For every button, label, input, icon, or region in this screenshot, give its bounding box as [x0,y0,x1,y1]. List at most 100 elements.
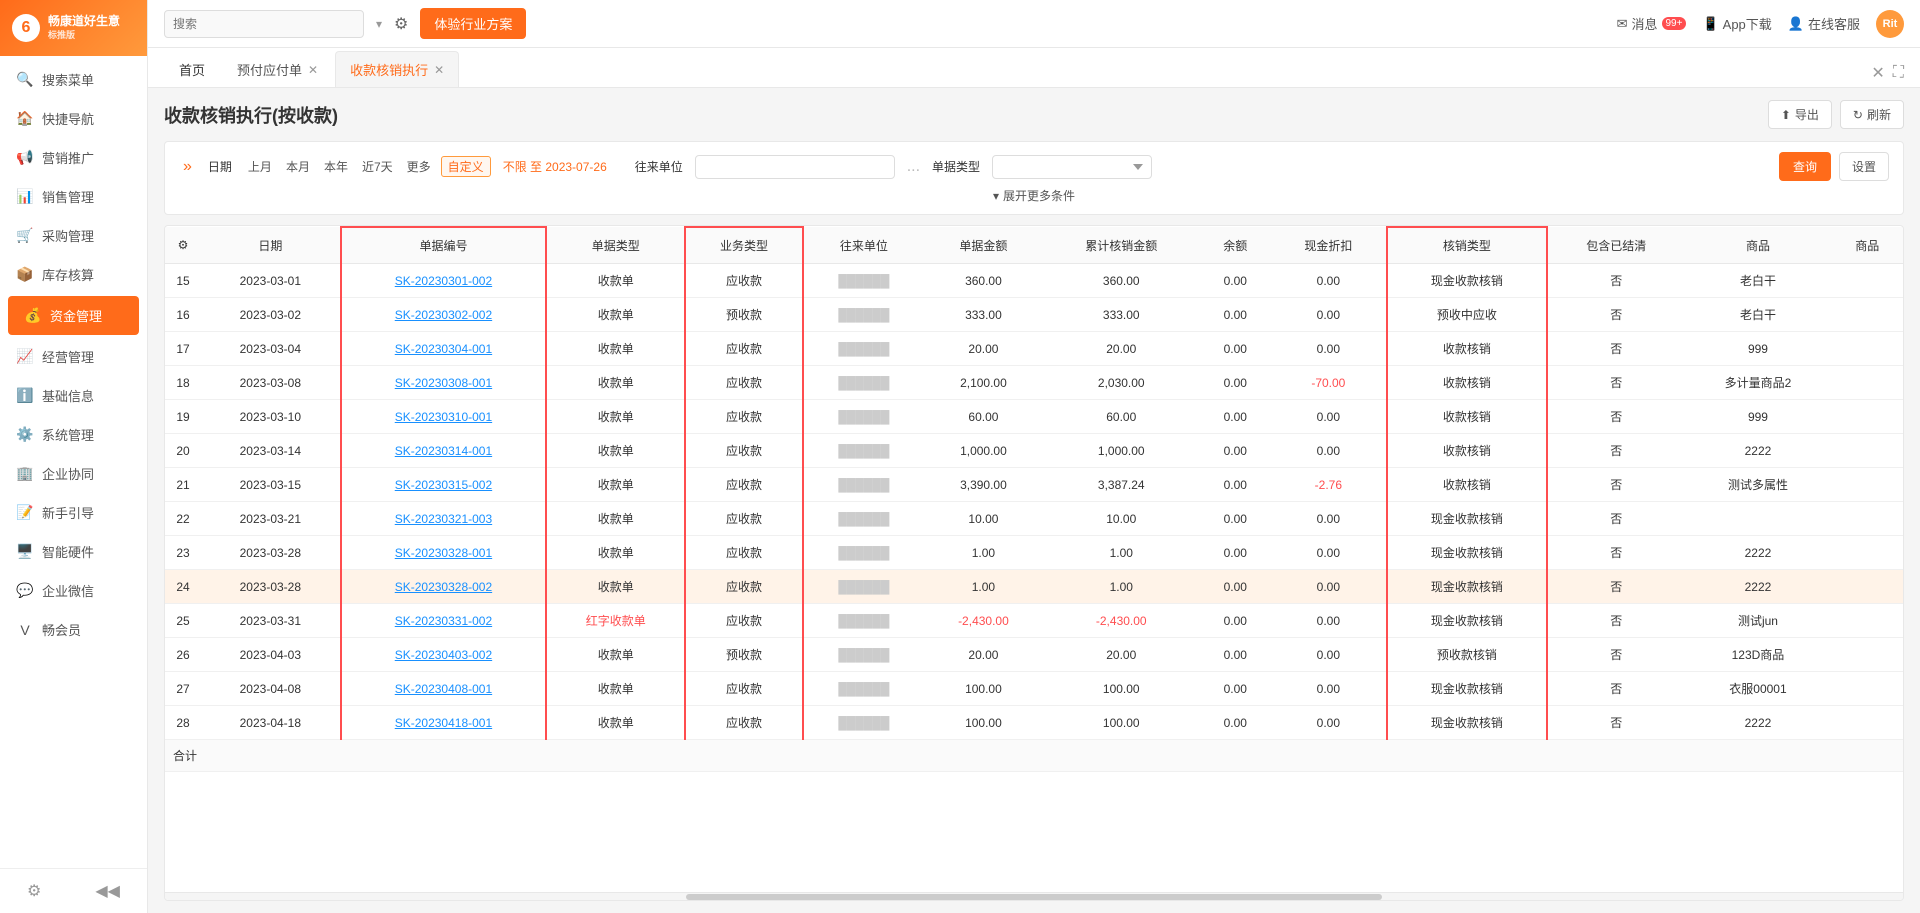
table-cell: 2023-03-28 [201,536,341,570]
tab-collection-close-icon[interactable]: ✕ [434,63,444,77]
query-button[interactable]: 查询 [1779,152,1831,181]
tab-fullscreen-icon[interactable]: ⛶ [1893,64,1904,82]
col-gear[interactable]: ⚙ [165,227,201,264]
app-icon: 📱 [1702,16,1718,32]
sidebar-item-enterprise[interactable]: 🏢 企业协同 [0,454,147,493]
filter-date-last-month[interactable]: 上月 [244,156,276,177]
col-cash-discount: 现金折扣 [1271,227,1387,264]
table-row: 212023-03-15SK-20230315-002收款单应收款██████3… [165,468,1903,502]
table-cell [1832,434,1903,468]
table-cell: 2,100.00 [924,366,1043,400]
sidebar-item-sales[interactable]: 📊 销售管理 [0,177,147,216]
table-scroll[interactable]: ⚙ 日期 单据编号 单据类型 业务类型 往来单位 单据金额 累计核销金额 余额 … [165,226,1903,892]
filter-date-more[interactable]: 更多 [403,156,435,177]
sidebar-item-hardware[interactable]: 🖥️ 智能硬件 [0,532,147,571]
sidebar-item-purchase[interactable]: 🛒 采购管理 [0,216,147,255]
col-product: 商品 [1684,227,1831,264]
filter-date-custom[interactable]: 自定义 [441,156,491,177]
table-cell[interactable]: SK-20230314-001 [341,434,547,468]
table-cell[interactable]: SK-20230403-002 [341,638,547,672]
sidebar-item-quicknav[interactable]: 🏠 快捷导航 [0,99,147,138]
filter-date-7days[interactable]: 近7天 [358,156,397,177]
table-cell: 0.00 [1271,604,1387,638]
table-cell[interactable]: SK-20230304-001 [341,332,547,366]
topbar-gear-icon[interactable]: ⚙ [394,14,408,34]
table-cell[interactable]: SK-20230310-001 [341,400,547,434]
guide-icon: 📝 [16,504,34,521]
table-cell[interactable]: SK-20230321-003 [341,502,547,536]
table-cell: 老白干 [1684,264,1831,298]
sidebar-item-inventory[interactable]: 📦 库存核算 [0,255,147,294]
refresh-button[interactable]: ↻ 刷新 [1840,100,1904,129]
horizontal-scrollbar[interactable] [165,892,1903,900]
table-cell: 100.00 [1043,672,1200,706]
sidebar-item-finance[interactable]: 💰 资金管理 [8,296,139,335]
table-cell[interactable]: SK-20230302-002 [341,298,547,332]
col-amount: 单据金额 [924,227,1043,264]
table-cell: 收款单 [546,638,685,672]
online-service-item[interactable]: 👤 在线客服 [1788,14,1860,33]
table-cell[interactable]: SK-20230418-001 [341,706,547,740]
table-cell[interactable]: SK-20230408-001 [341,672,547,706]
service-icon: 👤 [1788,16,1804,32]
filter-expand-button[interactable]: » [179,158,196,176]
basic-icon: ℹ️ [16,387,34,404]
scrollbar-thumb[interactable] [686,894,1381,900]
table-cell: 0.00 [1271,434,1387,468]
tab-collection[interactable]: 收款核销执行 ✕ [335,51,459,87]
sidebar-item-wechat[interactable]: 💬 企业微信 [0,571,147,610]
sidebar-item-guide[interactable]: 📝 新手引导 [0,493,147,532]
table-cell: 360.00 [1043,264,1200,298]
table-cell: 2222 [1684,536,1831,570]
tab-home[interactable]: 首页 [164,51,220,87]
table-cell: 收款单 [546,570,685,604]
table-cell: 现金收款核销 [1387,502,1547,536]
table-cell: 收款单 [546,400,685,434]
tab-close-all-icon[interactable]: ✕ [1871,63,1884,83]
table-cell: 0.00 [1271,264,1387,298]
export-icon: ⬆ [1781,108,1791,122]
table-cell: 否 [1547,536,1684,570]
sidebar-item-search[interactable]: 🔍 搜索菜单 [0,60,147,99]
topbar-search-input[interactable] [164,10,364,38]
filter-date-this-month[interactable]: 本月 [282,156,314,177]
table-cell: 测试多属性 [1684,468,1831,502]
collapse-icon[interactable]: ◀◀ [91,877,124,905]
tab-prepay-close-icon[interactable]: ✕ [308,63,318,77]
tab-prepay[interactable]: 预付应付单 ✕ [222,51,333,87]
filter-expand-more[interactable]: ▾ 展开更多条件 [993,187,1075,204]
table-cell[interactable]: SK-20230328-002 [341,570,547,604]
table-cell[interactable]: SK-20230328-001 [341,536,547,570]
chevron-down-icon[interactable]: ▾ [376,17,382,31]
col-voucher-no: 单据编号 [341,227,547,264]
solution-button[interactable]: 体验行业方案 [420,8,526,39]
table-cell[interactable]: SK-20230301-002 [341,264,547,298]
filter-date-this-year[interactable]: 本年 [320,156,352,177]
app-download-item[interactable]: 📱 App下载 [1702,14,1771,33]
table-cell: 3,387.24 [1043,468,1200,502]
export-button[interactable]: ⬆ 导出 [1768,100,1832,129]
table-cell: 0.00 [1271,502,1387,536]
table-cell[interactable]: SK-20230331-002 [341,604,547,638]
sidebar-item-basic[interactable]: ℹ️ 基础信息 [0,376,147,415]
counterparty-input[interactable] [695,155,895,179]
sidebar-item-system[interactable]: ⚙️ 系统管理 [0,415,147,454]
table-cell[interactable]: SK-20230308-001 [341,366,547,400]
table-cell: 2222 [1684,434,1831,468]
sidebar-item-operations[interactable]: 📈 经营管理 [0,337,147,376]
voucher-type-select[interactable] [992,155,1152,179]
table-cell [1832,468,1903,502]
settings-button[interactable]: 设置 [1839,152,1889,181]
sidebar-item-marketing[interactable]: 📢 营销推广 [0,138,147,177]
col-cancel-type: 核销类型 [1387,227,1547,264]
settings-icon[interactable]: ⚙ [23,877,45,905]
table-cell: 收款单 [546,366,685,400]
avatar[interactable]: Rit [1876,10,1904,38]
sidebar-item-member[interactable]: V 畅会员 [0,610,147,649]
table-cell[interactable]: SK-20230315-002 [341,468,547,502]
home-icon: 🏠 [16,110,34,127]
table-cell: 333.00 [924,298,1043,332]
table-row: 152023-03-01SK-20230301-002收款单应收款██████3… [165,264,1903,298]
message-item[interactable]: ✉ 消息 99+ [1617,14,1687,33]
table-cell: 应收款 [685,332,803,366]
